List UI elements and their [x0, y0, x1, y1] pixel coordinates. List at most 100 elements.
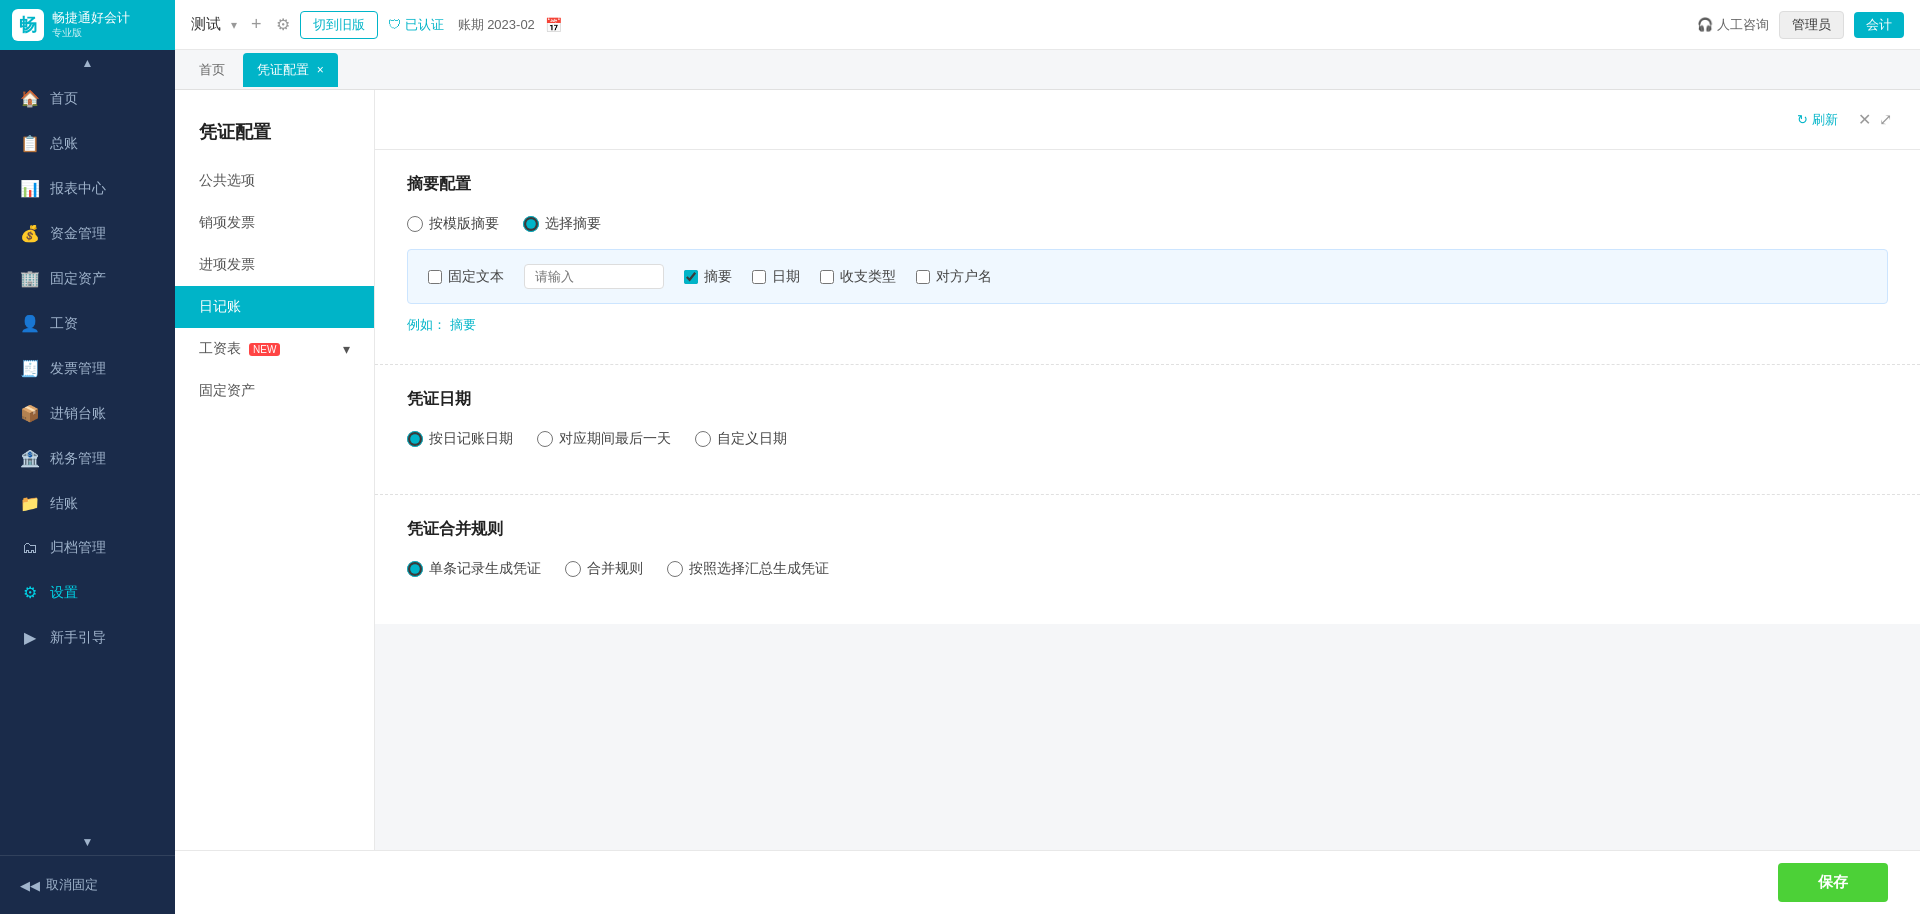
sidebar-label-reports: 报表中心 — [50, 180, 106, 198]
radio-single-record[interactable]: 单条记录生成凭证 — [407, 560, 541, 578]
sidebar-label-settings: 设置 — [50, 584, 78, 602]
content-area: 凭证配置 公共选项 销项发票 进项发票 日记账 工资表 NEW ▾ 固定资 — [175, 90, 1920, 914]
settings-gear-icon[interactable]: ⚙ — [276, 15, 290, 34]
assets-icon: 🏢 — [20, 269, 40, 288]
admin-button[interactable]: 管理员 — [1779, 11, 1844, 39]
period-label: 账期 2023-02 — [458, 16, 535, 34]
close-period-icon: 📁 — [20, 494, 40, 513]
radio-by-template[interactable]: 按模版摘要 — [407, 215, 499, 233]
sidebar-label-funds: 资金管理 — [50, 225, 106, 243]
menu-label-public: 公共选项 — [199, 172, 255, 190]
accountant-button[interactable]: 会计 — [1854, 12, 1904, 38]
radio-custom-date[interactable]: 自定义日期 — [695, 430, 787, 448]
menu-item-purchase-invoice[interactable]: 进项发票 — [175, 244, 374, 286]
sidebar-item-funds[interactable]: 💰 资金管理 — [0, 211, 175, 256]
sidebar-item-invoices[interactable]: 🧾 发票管理 — [0, 346, 175, 391]
sidebar-logo[interactable]: 畅 畅捷通好会计 专业版 — [0, 0, 175, 50]
radio-by-journal-date[interactable]: 按日记账日期 — [407, 430, 513, 448]
sidebar-item-tax[interactable]: 🏦 税务管理 — [0, 436, 175, 481]
company-dropdown-icon[interactable]: ▾ — [231, 18, 237, 32]
radio-aggregate[interactable]: 按照选择汇总生成凭证 — [667, 560, 829, 578]
radio-last-day[interactable]: 对应期间最后一天 — [537, 430, 671, 448]
save-bar: 保存 — [175, 850, 1920, 914]
cancel-fixed-button[interactable]: ◀◀ 取消固定 — [0, 866, 175, 904]
sidebar-label-guide: 新手引导 — [50, 629, 106, 647]
sidebar-item-home[interactable]: 🏠 首页 — [0, 76, 175, 121]
invoices-icon: 🧾 — [20, 359, 40, 378]
refresh-label: 刷新 — [1812, 111, 1838, 129]
home-icon: 🏠 — [20, 89, 40, 108]
custom-date-label: 自定义日期 — [717, 430, 787, 448]
refresh-button[interactable]: ↻ 刷新 — [1797, 111, 1838, 129]
tab-home-label: 首页 — [199, 62, 225, 77]
headphone-icon: 🎧 — [1697, 17, 1713, 32]
sidebar-item-sales[interactable]: 📦 进销台账 — [0, 391, 175, 436]
sidebar-item-guide[interactable]: ▶ 新手引导 — [0, 615, 175, 660]
sidebar-item-archive[interactable]: 🗂 归档管理 — [0, 526, 175, 570]
summary-config-title: 摘要配置 — [407, 174, 1888, 195]
sidebar-item-assets[interactable]: 🏢 固定资产 — [0, 256, 175, 301]
cancel-fixed-icon: ◀◀ — [20, 878, 40, 893]
example-value: 摘要 — [450, 317, 476, 332]
checkbox-income-type[interactable]: 收支类型 — [820, 268, 896, 286]
tab-home[interactable]: 首页 — [185, 53, 239, 87]
fullscreen-button[interactable]: ⤢ — [1875, 106, 1896, 133]
verified-badge: 🛡 已认证 — [388, 16, 444, 34]
menu-label-purchase-invoice: 进项发票 — [199, 256, 255, 274]
sidebar-label-archive: 归档管理 — [50, 539, 106, 557]
summary-label: 摘要 — [704, 268, 732, 286]
tab-voucher-label: 凭证配置 — [257, 62, 309, 77]
reports-icon: 📊 — [20, 179, 40, 198]
tabbar: 首页 凭证配置 × — [175, 50, 1920, 90]
sidebar: 畅 畅捷通好会计 专业版 ▲ 🏠 首页 📋 总账 📊 报表中心 💰 资金管理 🏢… — [0, 0, 175, 914]
summary-radio-group: 按模版摘要 选择摘要 — [407, 215, 1888, 233]
radio-select-summary[interactable]: 选择摘要 — [523, 215, 601, 233]
sales-icon: 📦 — [20, 404, 40, 423]
tab-voucher-config[interactable]: 凭证配置 × — [243, 53, 338, 87]
sidebar-scroll-down[interactable]: ▼ — [0, 829, 175, 855]
sidebar-item-wages[interactable]: 👤 工资 — [0, 301, 175, 346]
consult-label: 人工咨询 — [1717, 16, 1769, 34]
voucher-date-title: 凭证日期 — [407, 389, 1888, 410]
menu-item-public[interactable]: 公共选项 — [175, 160, 374, 202]
sidebar-item-close[interactable]: 📁 结账 — [0, 481, 175, 526]
checkbox-summary[interactable]: 摘要 — [684, 268, 732, 286]
sidebar-item-ledger[interactable]: 📋 总账 — [0, 121, 175, 166]
radio-merge-rules[interactable]: 合并规则 — [565, 560, 643, 578]
checkbox-counterpart[interactable]: 对方户名 — [916, 268, 992, 286]
menu-item-sales-invoice[interactable]: 销项发票 — [175, 202, 374, 244]
sidebar-label-ledger: 总账 — [50, 135, 78, 153]
by-journal-date-label: 按日记账日期 — [429, 430, 513, 448]
new-badge: NEW — [249, 343, 280, 356]
menu-label-diary: 日记账 — [199, 298, 241, 316]
counterpart-label: 对方户名 — [936, 268, 992, 286]
fixed-text-input[interactable] — [524, 264, 664, 289]
left-menu-panel: 凭证配置 公共选项 销项发票 进项发票 日记账 工资表 NEW ▾ 固定资 — [175, 90, 375, 914]
consult-button[interactable]: 🎧 人工咨询 — [1697, 16, 1769, 34]
save-button[interactable]: 保存 — [1778, 863, 1888, 902]
merge-rules-label: 合并规则 — [587, 560, 643, 578]
menu-item-diary[interactable]: 日记账 — [175, 286, 374, 328]
select-summary-label: 选择摘要 — [545, 215, 601, 233]
menu-item-fixed-assets[interactable]: 固定资产 — [175, 370, 374, 412]
sidebar-scroll-up[interactable]: ▲ — [0, 50, 175, 76]
page-title: 凭证配置 — [175, 100, 374, 160]
summary-config-section: 摘要配置 按模版摘要 选择摘要 固定文本 — [375, 150, 1920, 365]
refresh-icon: ↻ — [1797, 112, 1808, 127]
sidebar-item-settings[interactable]: ⚙ 设置 — [0, 570, 175, 615]
aggregate-label: 按照选择汇总生成凭证 — [689, 560, 829, 578]
company-name: 测试 — [191, 15, 221, 34]
calendar-icon[interactable]: 📅 — [545, 17, 562, 33]
date-label: 日期 — [772, 268, 800, 286]
example-label: 例如： — [407, 317, 446, 332]
sidebar-item-reports[interactable]: 📊 报表中心 — [0, 166, 175, 211]
checkbox-fixed-text[interactable]: 固定文本 — [428, 268, 504, 286]
menu-item-payroll[interactable]: 工资表 NEW ▾ — [175, 328, 374, 370]
checkbox-date[interactable]: 日期 — [752, 268, 800, 286]
add-company-button[interactable]: + — [247, 14, 266, 35]
close-panel-button[interactable]: ✕ — [1854, 106, 1875, 133]
switch-old-version-button[interactable]: 切到旧版 — [300, 11, 378, 39]
tab-close-icon[interactable]: × — [317, 63, 324, 77]
by-template-label: 按模版摘要 — [429, 215, 499, 233]
income-type-label: 收支类型 — [840, 268, 896, 286]
